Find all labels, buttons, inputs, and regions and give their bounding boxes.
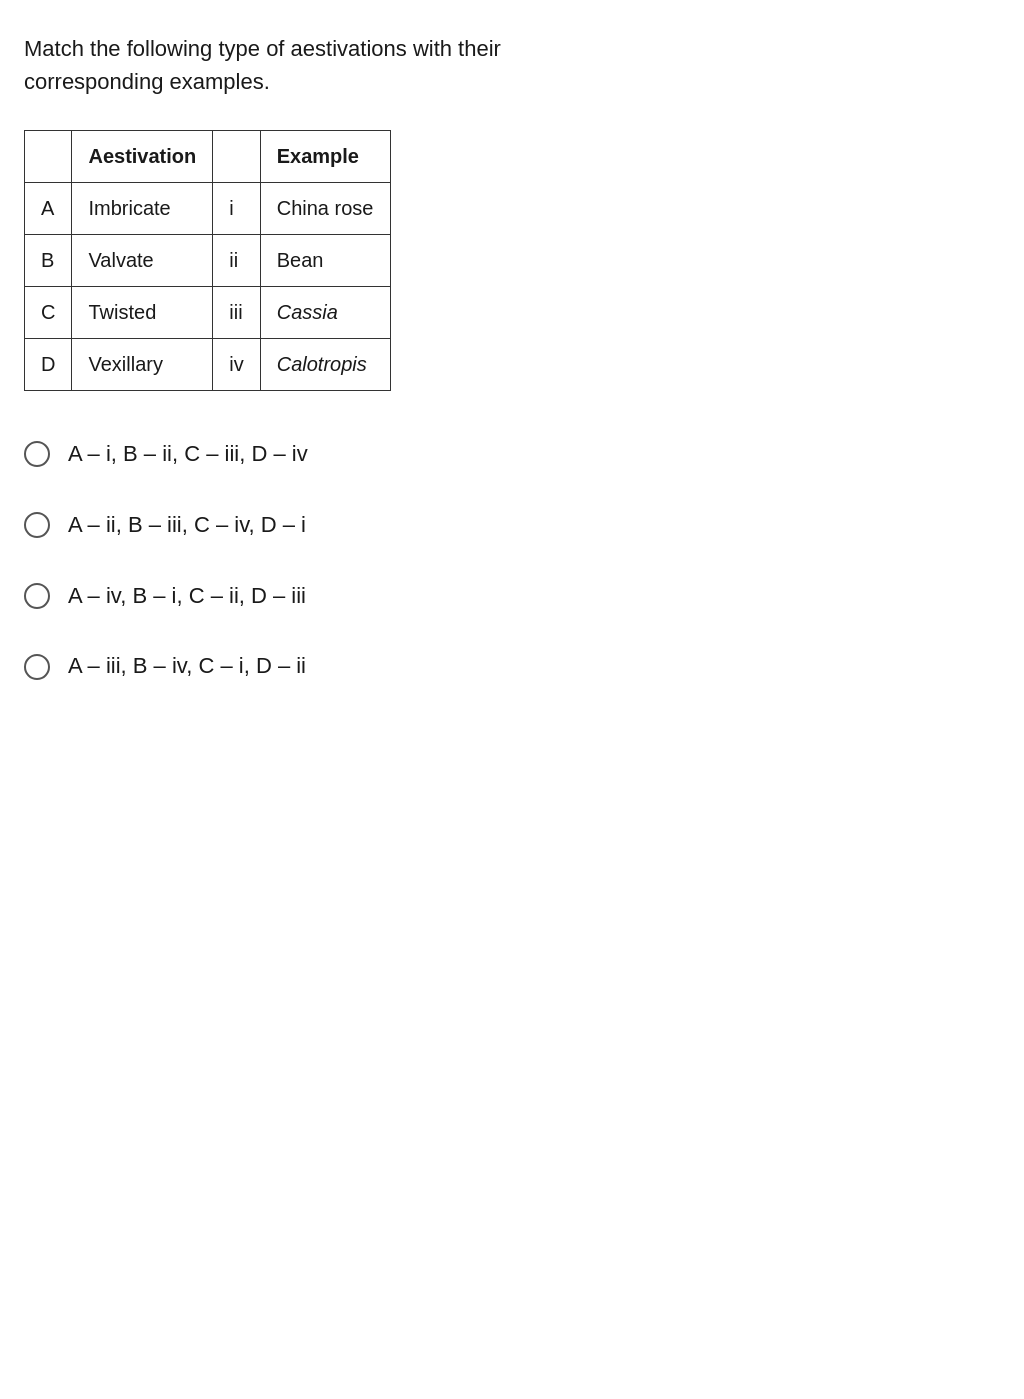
radio-button[interactable] — [24, 583, 50, 609]
question-text: Match the following type of aestivations… — [24, 32, 1000, 98]
row-example: Calotropis — [260, 339, 390, 391]
row-example: Bean — [260, 235, 390, 287]
row-numeral: iii — [213, 287, 260, 339]
option-label: A – ii, B – iii, C – iv, D – i — [68, 510, 306, 541]
option-item[interactable]: A – ii, B – iii, C – iv, D – i — [24, 510, 1000, 541]
matching-table: Aestivation Example AImbricateiChina ros… — [24, 130, 391, 391]
row-aestivation: Imbricate — [72, 183, 213, 235]
radio-button[interactable] — [24, 654, 50, 680]
radio-button[interactable] — [24, 441, 50, 467]
row-label: B — [25, 235, 72, 287]
numeral-header — [213, 131, 260, 183]
option-item[interactable]: A – iii, B – iv, C – i, D – ii — [24, 651, 1000, 682]
table-row: BValvateiiBean — [25, 235, 391, 287]
row-numeral: ii — [213, 235, 260, 287]
row-label: A — [25, 183, 72, 235]
option-label: A – iv, B – i, C – ii, D – iii — [68, 581, 306, 612]
row-label: C — [25, 287, 72, 339]
table-row: CTwistediiiCassia — [25, 287, 391, 339]
row-aestivation: Valvate — [72, 235, 213, 287]
aestivation-header: Aestivation — [72, 131, 213, 183]
options-list: A – i, B – ii, C – iii, D – iv A – ii, B … — [24, 439, 1000, 682]
option-label: A – i, B – ii, C – iii, D – iv — [68, 439, 308, 470]
row-numeral: i — [213, 183, 260, 235]
row-aestivation: Twisted — [72, 287, 213, 339]
radio-button[interactable] — [24, 512, 50, 538]
row-numeral: iv — [213, 339, 260, 391]
row-example: China rose — [260, 183, 390, 235]
example-header: Example — [260, 131, 390, 183]
row-aestivation: Vexillary — [72, 339, 213, 391]
option-item[interactable]: A – i, B – ii, C – iii, D – iv — [24, 439, 1000, 470]
row-label: D — [25, 339, 72, 391]
question-line2: corresponding examples. — [24, 69, 270, 94]
row-example: Cassia — [260, 287, 390, 339]
question-line1: Match the following type of aestivations… — [24, 36, 501, 61]
table-row: DVexillaryivCalotropis — [25, 339, 391, 391]
empty-header — [25, 131, 72, 183]
option-label: A – iii, B – iv, C – i, D – ii — [68, 651, 306, 682]
option-item[interactable]: A – iv, B – i, C – ii, D – iii — [24, 581, 1000, 612]
table-row: AImbricateiChina rose — [25, 183, 391, 235]
